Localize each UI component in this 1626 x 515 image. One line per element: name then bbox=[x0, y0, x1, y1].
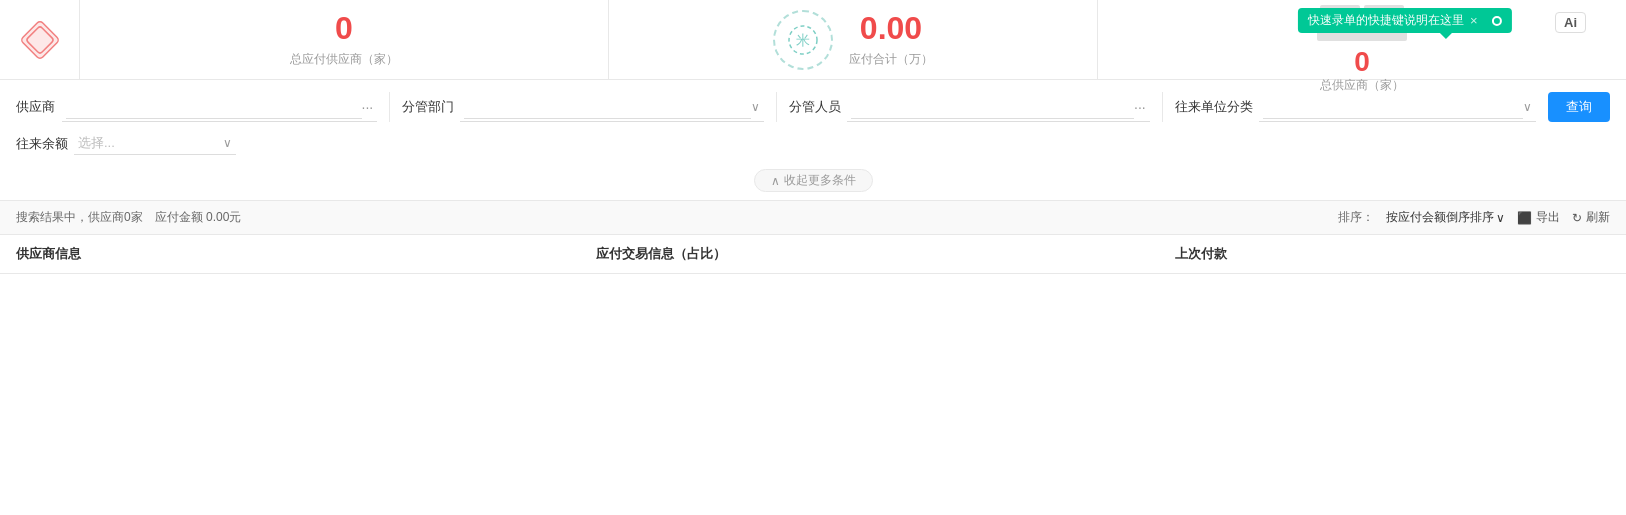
filter-department: 分管部门 ∨ bbox=[402, 93, 763, 122]
person-input[interactable] bbox=[851, 95, 1135, 119]
filter-supplier: 供应商 ··· bbox=[16, 93, 377, 122]
balance-chevron[interactable]: ∨ bbox=[223, 136, 232, 150]
logo-icon bbox=[18, 18, 62, 62]
stats-bar: 0 总应付供应商（家） 米 0.00 应付合计（万） 快速录单的快捷键说明在这里… bbox=[0, 0, 1626, 80]
svg-text:米: 米 bbox=[796, 32, 810, 48]
stat-total-suppliers-number: 0 bbox=[1354, 46, 1370, 77]
collapse-row: ∧ 收起更多条件 bbox=[16, 165, 1610, 200]
filter-row-1: 供应商 ··· 分管部门 ∨ 分管人员 ··· bbox=[16, 92, 1610, 122]
stat-payable-total-area: 米 0.00 应付合计（万） bbox=[609, 0, 1098, 79]
filter-person: 分管人员 ··· bbox=[789, 93, 1150, 122]
stat-payable-total-label: 应付合计（万） bbox=[849, 51, 933, 68]
stat-total-suppliers: 快速录单的快捷键说明在这里 × Ai 0 总供应商（家） bbox=[1098, 0, 1626, 79]
export-button[interactable]: ⬛ 导出 bbox=[1517, 209, 1560, 226]
department-label: 分管部门 bbox=[402, 98, 454, 116]
refresh-button[interactable]: ↻ 刷新 bbox=[1572, 209, 1610, 226]
department-input-box[interactable]: ∨ bbox=[460, 93, 763, 122]
results-text: 搜索结果中，供应商0家 bbox=[16, 209, 143, 226]
collapse-button[interactable]: ∧ 收起更多条件 bbox=[754, 169, 873, 192]
table-body bbox=[0, 274, 1626, 515]
divider-2 bbox=[776, 92, 777, 122]
tooltip-text: 快速录单的快捷键说明在这里 bbox=[1308, 12, 1464, 29]
tooltip-close-button[interactable]: × bbox=[1470, 13, 1478, 28]
supplier-input-box[interactable]: ··· bbox=[62, 93, 377, 122]
query-button[interactable]: 查询 bbox=[1548, 92, 1610, 122]
department-chevron[interactable]: ∨ bbox=[751, 100, 760, 114]
supplier-label: 供应商 bbox=[16, 98, 56, 116]
refresh-label: 刷新 bbox=[1586, 209, 1610, 226]
sort-value[interactable]: 按应付会额倒序排序 ∨ bbox=[1386, 209, 1505, 226]
results-bar: 搜索结果中，供应商0家 应付金额 0.00元 排序： 按应付会额倒序排序 ∨ ⬛… bbox=[0, 201, 1626, 235]
payable-icon: 米 bbox=[773, 10, 833, 70]
table-header: 供应商信息 应付交易信息（占比） 上次付款 bbox=[0, 235, 1626, 274]
unit-class-label: 往来单位分类 bbox=[1175, 98, 1253, 116]
sort-value-text: 按应付会额倒序排序 bbox=[1386, 209, 1494, 226]
sort-chevron: ∨ bbox=[1496, 211, 1505, 225]
balance-label: 往来余额 bbox=[16, 135, 68, 153]
col-transaction-header: 应付交易信息（占比） bbox=[596, 245, 1176, 263]
collapse-label: 收起更多条件 bbox=[784, 172, 856, 189]
unit-class-chevron[interactable]: ∨ bbox=[1523, 100, 1532, 114]
sort-label: 排序： bbox=[1338, 209, 1374, 226]
stat-total-suppliers-label: 总供应商（家） bbox=[1320, 78, 1404, 92]
export-label: 导出 bbox=[1536, 209, 1560, 226]
stat-total-payable-suppliers: 0 总应付供应商（家） bbox=[80, 0, 609, 79]
tooltip-dot bbox=[1492, 16, 1502, 26]
col-last-payment-header: 上次付款 bbox=[1175, 245, 1610, 263]
stat-payable-total-number: 0.00 bbox=[860, 11, 922, 46]
filter-row-2: 往来余额 选择... ∨ bbox=[16, 132, 1610, 155]
supplier-input[interactable] bbox=[66, 95, 362, 119]
filter-area: 供应商 ··· 分管部门 ∨ 分管人员 ··· bbox=[0, 80, 1626, 201]
supplier-dots[interactable]: ··· bbox=[362, 99, 374, 115]
unit-class-input-box[interactable]: ∨ bbox=[1259, 93, 1536, 122]
balance-placeholder: 选择... bbox=[78, 134, 115, 152]
divider-1 bbox=[389, 92, 390, 122]
department-input[interactable] bbox=[464, 95, 750, 119]
ai-badge[interactable]: Ai bbox=[1555, 12, 1586, 33]
tooltip-bubble: 快速录单的快捷键说明在这里 × bbox=[1298, 8, 1512, 33]
logo-area bbox=[0, 0, 80, 79]
stat-total-payable-label: 总应付供应商（家） bbox=[290, 51, 398, 68]
filter-balance: 往来余额 选择... ∨ bbox=[16, 132, 236, 155]
person-dots[interactable]: ··· bbox=[1134, 99, 1146, 115]
unit-class-input[interactable] bbox=[1263, 95, 1523, 119]
refresh-icon: ↻ bbox=[1572, 211, 1582, 225]
collapse-icon: ∧ bbox=[771, 174, 780, 188]
results-actions: 排序： 按应付会额倒序排序 ∨ ⬛ 导出 ↻ 刷新 bbox=[1338, 209, 1610, 226]
filter-unit-class: 往来单位分类 ∨ bbox=[1175, 93, 1536, 122]
person-input-box[interactable]: ··· bbox=[847, 93, 1150, 122]
col-supplier-header: 供应商信息 bbox=[16, 245, 596, 263]
results-summary: 搜索结果中，供应商0家 应付金额 0.00元 bbox=[16, 209, 241, 226]
export-icon: ⬛ bbox=[1517, 211, 1532, 225]
balance-input-box[interactable]: 选择... ∨ bbox=[74, 132, 236, 155]
results-amount: 应付金额 0.00元 bbox=[155, 209, 242, 226]
person-label: 分管人员 bbox=[789, 98, 841, 116]
divider-3 bbox=[1162, 92, 1163, 122]
stat-total-payable-number: 0 bbox=[335, 11, 353, 46]
